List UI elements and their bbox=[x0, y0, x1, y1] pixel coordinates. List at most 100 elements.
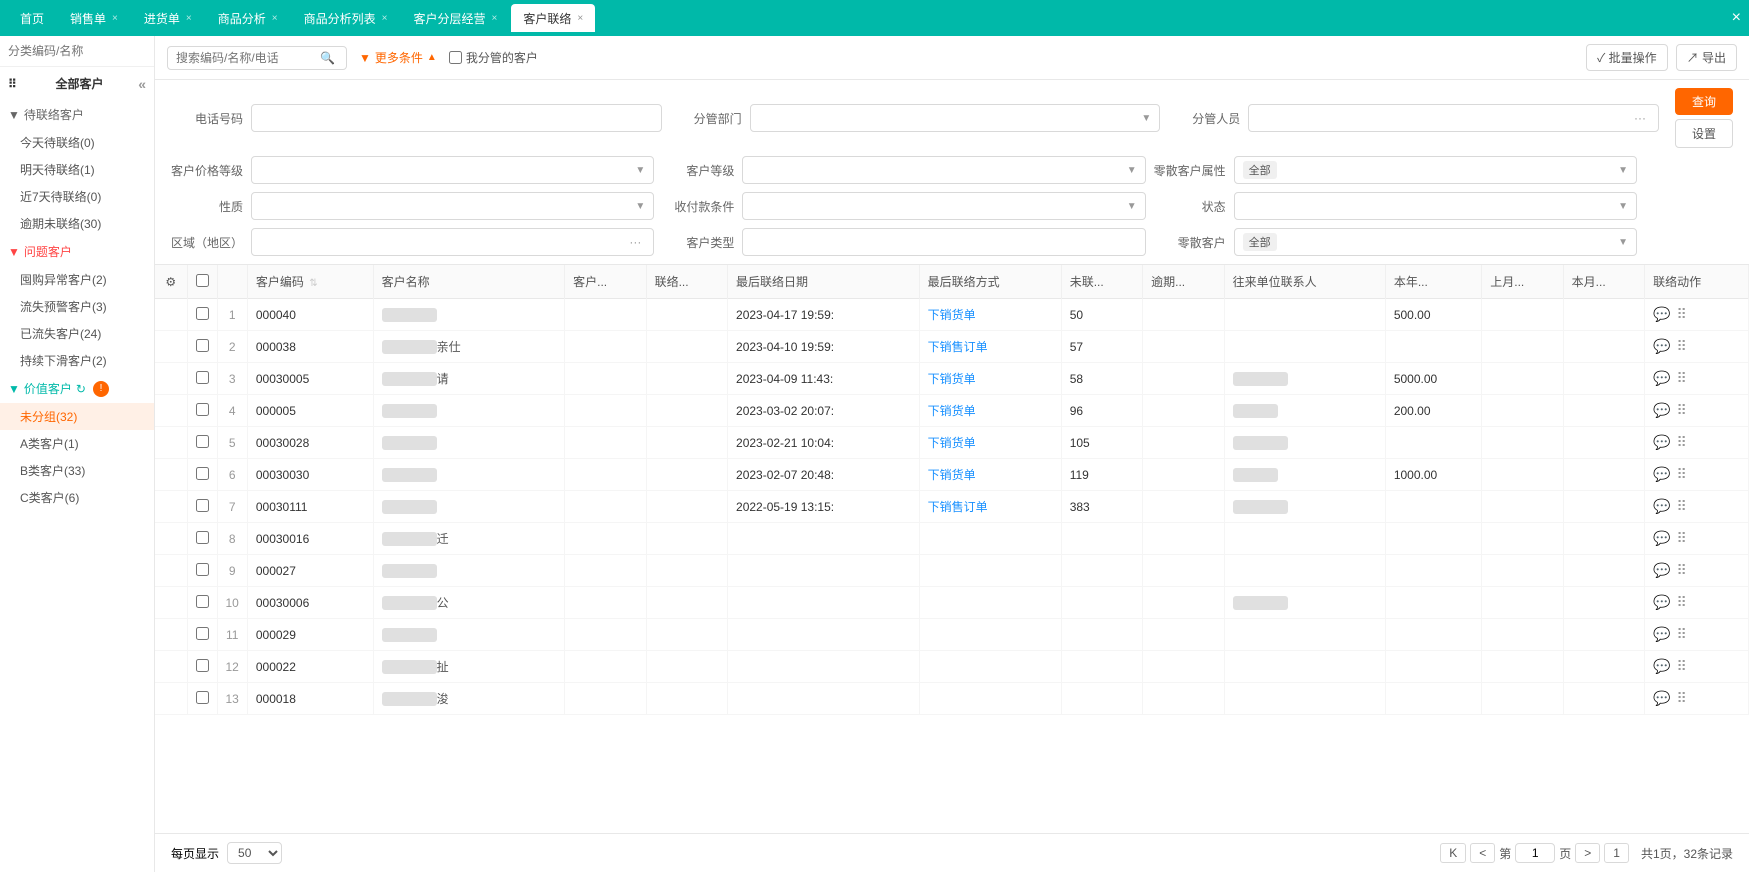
my-customers-check[interactable] bbox=[449, 51, 462, 64]
grid-action-icon[interactable]: ⠿ bbox=[1677, 402, 1687, 419]
td-checkbox[interactable] bbox=[187, 587, 217, 619]
close-all-tabs[interactable]: × bbox=[1732, 9, 1741, 27]
last-method-link[interactable]: 下销货单 bbox=[928, 404, 976, 418]
batch-op-button[interactable]: ✓ 批量操作 bbox=[1586, 44, 1668, 71]
retail-cust-select[interactable]: 全部 ▼ bbox=[1234, 228, 1637, 256]
my-customers-checkbox[interactable]: 我分管的客户 bbox=[449, 49, 538, 66]
next-page-btn[interactable]: > bbox=[1575, 843, 1600, 863]
grid-action-icon[interactable]: ⠿ bbox=[1677, 690, 1687, 707]
chat-icon[interactable]: 💬 bbox=[1653, 530, 1670, 547]
tab-home[interactable]: 首页 bbox=[8, 4, 56, 32]
row-checkbox[interactable] bbox=[196, 371, 209, 384]
row-checkbox[interactable] bbox=[196, 307, 209, 320]
td-checkbox[interactable] bbox=[187, 459, 217, 491]
last-method-link[interactable]: 下销货单 bbox=[928, 468, 976, 482]
th-name[interactable]: 客户名称 bbox=[373, 265, 565, 299]
row-checkbox[interactable] bbox=[196, 659, 209, 672]
payment-select[interactable]: ▼ bbox=[742, 192, 1145, 220]
sidebar-all-customers[interactable]: ⠿ 全部客户 « bbox=[0, 67, 154, 100]
th-this-month[interactable]: 本月... bbox=[1563, 265, 1644, 299]
chat-icon[interactable]: 💬 bbox=[1653, 594, 1670, 611]
th-last-method[interactable]: 最后联络方式 bbox=[919, 265, 1061, 299]
chat-icon[interactable]: 💬 bbox=[1653, 658, 1670, 675]
last-method-link[interactable]: 下销货单 bbox=[928, 308, 976, 322]
main-search-input[interactable] bbox=[176, 51, 316, 65]
td-checkbox[interactable] bbox=[187, 491, 217, 523]
th-last-month[interactable]: 上月... bbox=[1482, 265, 1563, 299]
chat-icon[interactable]: 💬 bbox=[1653, 690, 1670, 707]
last-page-btn[interactable]: 1 bbox=[1604, 843, 1629, 863]
tab-product-analysis-close[interactable]: × bbox=[272, 13, 278, 24]
sidebar-item-today[interactable]: 今天待联络(0) bbox=[0, 129, 154, 156]
grid-action-icon[interactable]: ⠿ bbox=[1677, 530, 1687, 547]
row-checkbox[interactable] bbox=[196, 435, 209, 448]
chat-icon[interactable]: 💬 bbox=[1653, 562, 1670, 579]
status-select[interactable]: ▼ bbox=[1234, 192, 1637, 220]
th-overdue[interactable]: 逾期... bbox=[1143, 265, 1224, 299]
retail-attr-select[interactable]: 全部 ▼ bbox=[1234, 156, 1637, 184]
prev-page-btn[interactable]: < bbox=[1470, 843, 1495, 863]
sidebar-item-7days[interactable]: 近7天待联络(0) bbox=[0, 183, 154, 210]
grid-action-icon[interactable]: ⠿ bbox=[1677, 370, 1687, 387]
th-unit-contact[interactable]: 往来单位联系人 bbox=[1224, 265, 1385, 299]
sidebar-item-ungroup[interactable]: 未分组(32) bbox=[0, 403, 154, 430]
td-checkbox[interactable] bbox=[187, 395, 217, 427]
region-dots[interactable]: ··· bbox=[625, 235, 645, 249]
td-checkbox[interactable] bbox=[187, 651, 217, 683]
sidebar-item-churned[interactable]: 已流失客户(24) bbox=[0, 320, 154, 347]
th-code[interactable]: 客户编码 ⇅ bbox=[247, 265, 373, 299]
tab-sales-close[interactable]: × bbox=[112, 13, 118, 24]
export-button[interactable]: ↗ 导出 bbox=[1676, 44, 1737, 71]
chat-icon[interactable]: 💬 bbox=[1653, 402, 1670, 419]
chat-icon[interactable]: 💬 bbox=[1653, 306, 1670, 323]
th-last-date[interactable]: 最后联络日期 bbox=[728, 265, 920, 299]
cust-type-select[interactable] bbox=[742, 228, 1145, 256]
grid-action-icon[interactable]: ⠿ bbox=[1677, 594, 1687, 611]
dept-select[interactable]: ▼ bbox=[750, 104, 1161, 132]
row-checkbox[interactable] bbox=[196, 563, 209, 576]
last-method-link[interactable]: 下销售订单 bbox=[928, 500, 988, 514]
sidebar-group-value-title[interactable]: ▼ 价值客户 ↻ ! bbox=[0, 374, 154, 403]
page-input[interactable] bbox=[1515, 843, 1555, 863]
grid-action-icon[interactable]: ⠿ bbox=[1677, 466, 1687, 483]
first-page-btn[interactable]: K bbox=[1440, 843, 1466, 863]
more-conditions-btn[interactable]: ▼ 更多条件 ▲ bbox=[359, 49, 437, 66]
row-checkbox[interactable] bbox=[196, 531, 209, 544]
th-checkbox[interactable] bbox=[187, 265, 217, 299]
refresh-icon[interactable]: ↻ bbox=[76, 382, 86, 396]
td-checkbox[interactable] bbox=[187, 555, 217, 587]
sidebar-item-classA[interactable]: A类客户(1) bbox=[0, 430, 154, 457]
grid-action-icon[interactable]: ⠿ bbox=[1677, 562, 1687, 579]
td-checkbox[interactable] bbox=[187, 683, 217, 715]
row-checkbox[interactable] bbox=[196, 499, 209, 512]
last-method-link[interactable]: 下销货单 bbox=[928, 372, 976, 386]
grid-action-icon[interactable]: ⠿ bbox=[1677, 658, 1687, 675]
th-type[interactable]: 客户... bbox=[565, 265, 646, 299]
td-checkbox[interactable] bbox=[187, 427, 217, 459]
tab-purchase[interactable]: 进货单 × bbox=[132, 4, 204, 32]
sidebar-item-churn-warning[interactable]: 流失预警客户(3) bbox=[0, 293, 154, 320]
sidebar-group-pending-title[interactable]: ▼ 待联络客户 bbox=[0, 100, 154, 129]
tab-customer-contact-close[interactable]: × bbox=[577, 13, 583, 24]
sidebar-group-problem-title[interactable]: ▼ 问题客户 bbox=[0, 237, 154, 266]
chat-icon[interactable]: 💬 bbox=[1653, 498, 1670, 515]
th-contact[interactable]: 联络... bbox=[646, 265, 727, 299]
row-checkbox[interactable] bbox=[196, 595, 209, 608]
tab-sales[interactable]: 销售单 × bbox=[58, 4, 130, 32]
main-search-icon[interactable]: 🔍 bbox=[320, 51, 335, 65]
region-select[interactable]: ··· bbox=[251, 228, 654, 256]
td-checkbox[interactable] bbox=[187, 619, 217, 651]
sidebar-item-tomorrow[interactable]: 明天待联络(1) bbox=[0, 156, 154, 183]
price-grade-select[interactable]: ▼ bbox=[251, 156, 654, 184]
tab-customer-segment[interactable]: 客户分层经营 × bbox=[401, 4, 509, 32]
row-checkbox[interactable] bbox=[196, 467, 209, 480]
manager-dots[interactable]: ··· bbox=[1630, 111, 1650, 125]
manager-select[interactable]: ··· bbox=[1248, 104, 1659, 132]
td-checkbox[interactable] bbox=[187, 299, 217, 331]
th-settings[interactable]: ⚙ bbox=[155, 265, 187, 299]
row-checkbox[interactable] bbox=[196, 691, 209, 704]
tab-product-analysis[interactable]: 商品分析 × bbox=[206, 4, 290, 32]
th-this-year[interactable]: 本年... bbox=[1385, 265, 1481, 299]
chat-icon[interactable]: 💬 bbox=[1653, 370, 1670, 387]
cust-grade-select[interactable]: ▼ bbox=[742, 156, 1145, 184]
